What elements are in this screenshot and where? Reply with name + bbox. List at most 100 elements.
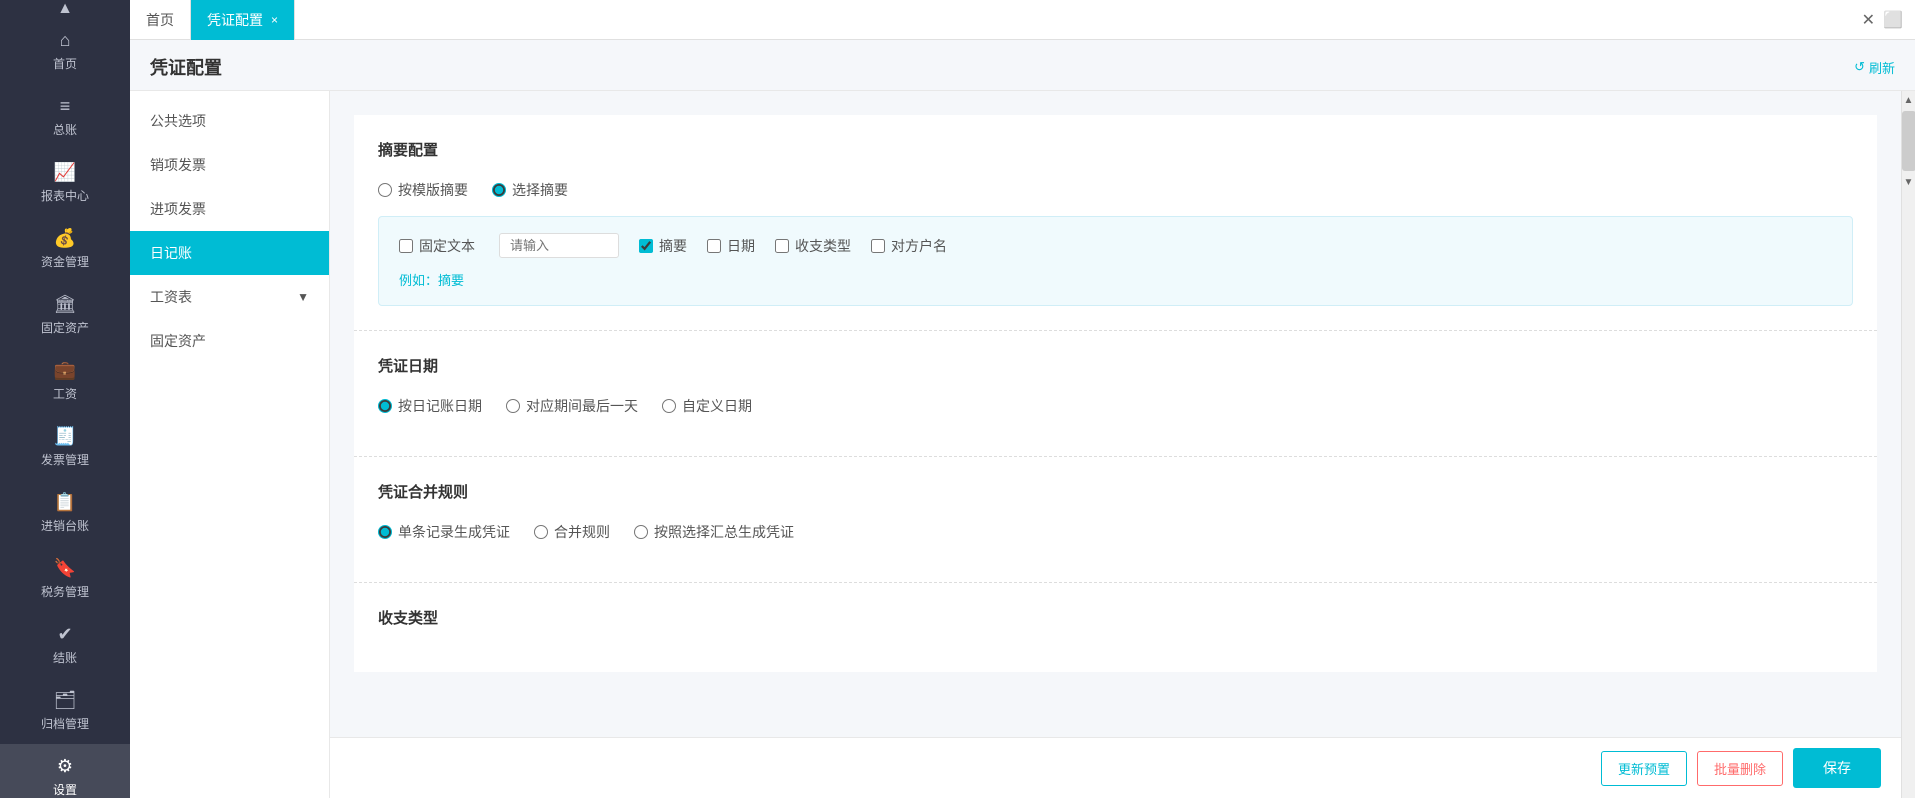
summary-radio-select-summary[interactable]: 选择摘要 — [492, 180, 568, 200]
voucher-merge-merge-input[interactable] — [534, 525, 548, 539]
funds-icon: 💰 — [54, 228, 76, 249]
scroll-down-arrow[interactable]: ▼ — [1902, 173, 1915, 191]
left-nav-item-sales-invoice[interactable]: 销项发票 — [130, 143, 329, 187]
checkbox-date-input[interactable] — [707, 239, 721, 253]
left-nav-label-public-options: 公共选项 — [150, 111, 206, 131]
tab-home[interactable]: 首页 — [130, 0, 191, 40]
sidebar-item-funds[interactable]: 💰 资金管理 — [0, 216, 130, 282]
checkbox-config-area: 固定文本 摘要 日期 — [378, 216, 1853, 306]
sidebar-item-invoice-mgmt[interactable]: 🧾 发票管理 — [0, 414, 130, 480]
sidebar-label-ledger: 总账 — [53, 121, 77, 138]
tab-voucher-config[interactable]: 凭证配置 × — [191, 0, 295, 40]
voucher-date-radio-last-day[interactable]: 对应期间最后一天 — [506, 396, 638, 416]
checkbox-summary-label: 摘要 — [659, 236, 687, 256]
scroll-thumb[interactable] — [1902, 111, 1915, 171]
voucher-date-radio-custom[interactable]: 自定义日期 — [662, 396, 752, 416]
voucher-merge-radio-single[interactable]: 单条记录生成凭证 — [378, 522, 510, 542]
checkbox-counterparty-label: 对方户名 — [891, 236, 947, 256]
refresh-label: 刷新 — [1869, 58, 1895, 77]
checkbox-date-label: 日期 — [727, 236, 755, 256]
checkbox-row: 固定文本 摘要 日期 — [399, 233, 1832, 258]
left-nav-item-public-options[interactable]: 公共选项 — [130, 99, 329, 143]
income-expense-title: 收支类型 — [378, 607, 1853, 628]
sidebar-item-settle[interactable]: ✔ 结账 — [0, 612, 130, 678]
checkbox-summary-input[interactable] — [639, 239, 653, 253]
sidebar-label-archive: 归档管理 — [41, 715, 89, 732]
content-area: 公共选项 销项发票 进项发票 日记账 工资表 ▼ 固定资产 — [130, 91, 1915, 798]
summary-radio-by-template-label: 按模版摘要 — [398, 180, 468, 200]
checkbox-summary[interactable]: 摘要 — [639, 236, 687, 256]
summary-radio-by-template[interactable]: 按模版摘要 — [378, 180, 468, 200]
page-title: 凭证配置 — [150, 54, 222, 80]
sidebar-scroll-up[interactable]: ▲ — [0, 0, 130, 18]
sidebar-item-archive[interactable]: 🗂 归档管理 — [0, 678, 130, 744]
tax-icon: 🔖 — [54, 558, 76, 579]
sidebar-item-ledger[interactable]: ≡ 总账 — [0, 84, 130, 150]
checkbox-payment-type-label: 收支类型 — [795, 236, 851, 256]
right-content: 摘要配置 按模版摘要 选择摘要 — [330, 91, 1901, 737]
refresh-button[interactable]: ↺ 刷新 — [1854, 58, 1895, 77]
sidebar-label-payroll: 工资 — [53, 385, 77, 402]
voucher-date-by-journal-input[interactable] — [378, 399, 392, 413]
save-button[interactable]: 保存 — [1793, 748, 1881, 788]
left-nav-item-payroll-table[interactable]: 工资表 ▼ — [130, 275, 329, 319]
left-nav-label-fixed-assets: 固定资产 — [150, 331, 206, 351]
summary-config-title: 摘要配置 — [378, 139, 1853, 160]
right-scrollbar[interactable]: ▲ ▼ — [1901, 91, 1915, 798]
voucher-date-custom-input[interactable] — [662, 399, 676, 413]
voucher-date-by-journal-label: 按日记账日期 — [398, 396, 482, 416]
left-nav-item-purchase-invoice[interactable]: 进项发票 — [130, 187, 329, 231]
invoice-mgmt-icon: 🧾 — [54, 426, 76, 447]
page-header: 凭证配置 ↺ 刷新 — [130, 40, 1915, 91]
sidebar-label-report: 报表中心 — [41, 187, 89, 204]
sidebar-item-reconcile[interactable]: 📋 进销台账 — [0, 480, 130, 546]
summary-radio-select-summary-input[interactable] — [492, 183, 506, 197]
sidebar-label-funds: 资金管理 — [41, 253, 89, 270]
left-nav: 公共选项 销项发票 进项发票 日记账 工资表 ▼ 固定资产 — [130, 91, 330, 798]
voucher-date-last-day-input[interactable] — [506, 399, 520, 413]
archive-icon: 🗂 — [54, 690, 77, 711]
checkbox-payment-type-input[interactable] — [775, 239, 789, 253]
settle-icon: ✔ — [57, 624, 72, 645]
voucher-merge-by-selection-label: 按照选择汇总生成凭证 — [654, 522, 794, 542]
sidebar-label-assets: 固定资产 — [41, 319, 89, 336]
sidebar-item-home[interactable]: ⌂ 首页 — [0, 18, 130, 84]
sidebar-item-payroll[interactable]: 💼 工资 — [0, 348, 130, 414]
sidebar-item-settings[interactable]: ⚙ 设置 — [0, 744, 130, 798]
left-nav-label-purchase-invoice: 进项发票 — [150, 199, 206, 219]
update-preview-button[interactable]: 更新预置 — [1601, 751, 1687, 786]
checkbox-counterparty-input[interactable] — [871, 239, 885, 253]
tab-close-button[interactable]: × — [271, 13, 278, 27]
left-nav-label-payroll-table: 工资表 — [150, 287, 192, 307]
checkbox-date[interactable]: 日期 — [707, 236, 755, 256]
voucher-merge-radio-by-selection[interactable]: 按照选择汇总生成凭证 — [634, 522, 794, 542]
voucher-merge-radio-group: 单条记录生成凭证 合并规则 按照选择汇总生成凭证 — [378, 522, 1853, 542]
sidebar-item-assets[interactable]: 🏛 固定资产 — [0, 282, 130, 348]
checkbox-payment-type[interactable]: 收支类型 — [775, 236, 851, 256]
sidebar-label-tax: 税务管理 — [41, 583, 89, 600]
tabs-bar: 首页 凭证配置 × ✕ ⬜ — [130, 0, 1915, 40]
window-restore-button[interactable]: ⬜ — [1883, 10, 1903, 30]
left-nav-item-fixed-assets[interactable]: 固定资产 — [130, 319, 329, 363]
checkbox-fixed-text[interactable]: 固定文本 — [399, 236, 475, 256]
fixed-text-input[interactable] — [499, 233, 619, 258]
checkbox-counterparty[interactable]: 对方户名 — [871, 236, 947, 256]
left-nav-item-journal[interactable]: 日记账 — [130, 231, 329, 275]
checkbox-fixed-text-input[interactable] — [399, 239, 413, 253]
voucher-merge-radio-merge[interactable]: 合并规则 — [534, 522, 610, 542]
voucher-date-title: 凭证日期 — [378, 355, 1853, 376]
checkbox-fixed-text-label: 固定文本 — [419, 236, 475, 256]
summary-config-section: 摘要配置 按模版摘要 选择摘要 — [354, 115, 1877, 331]
window-close-button[interactable]: ✕ — [1862, 10, 1875, 30]
sidebar-item-tax[interactable]: 🔖 税务管理 — [0, 546, 130, 612]
voucher-date-radio-by-journal[interactable]: 按日记账日期 — [378, 396, 482, 416]
voucher-merge-single-input[interactable] — [378, 525, 392, 539]
ledger-icon: ≡ — [60, 96, 71, 117]
batch-delete-button[interactable]: 批量删除 — [1697, 751, 1783, 786]
sidebar-label-home: 首页 — [53, 55, 77, 72]
sidebar-item-report[interactable]: 📈 报表中心 — [0, 150, 130, 216]
voucher-merge-by-selection-input[interactable] — [634, 525, 648, 539]
example-text: 例如：摘要 — [399, 270, 1832, 289]
summary-radio-by-template-input[interactable] — [378, 183, 392, 197]
scroll-up-arrow[interactable]: ▲ — [1902, 91, 1915, 109]
